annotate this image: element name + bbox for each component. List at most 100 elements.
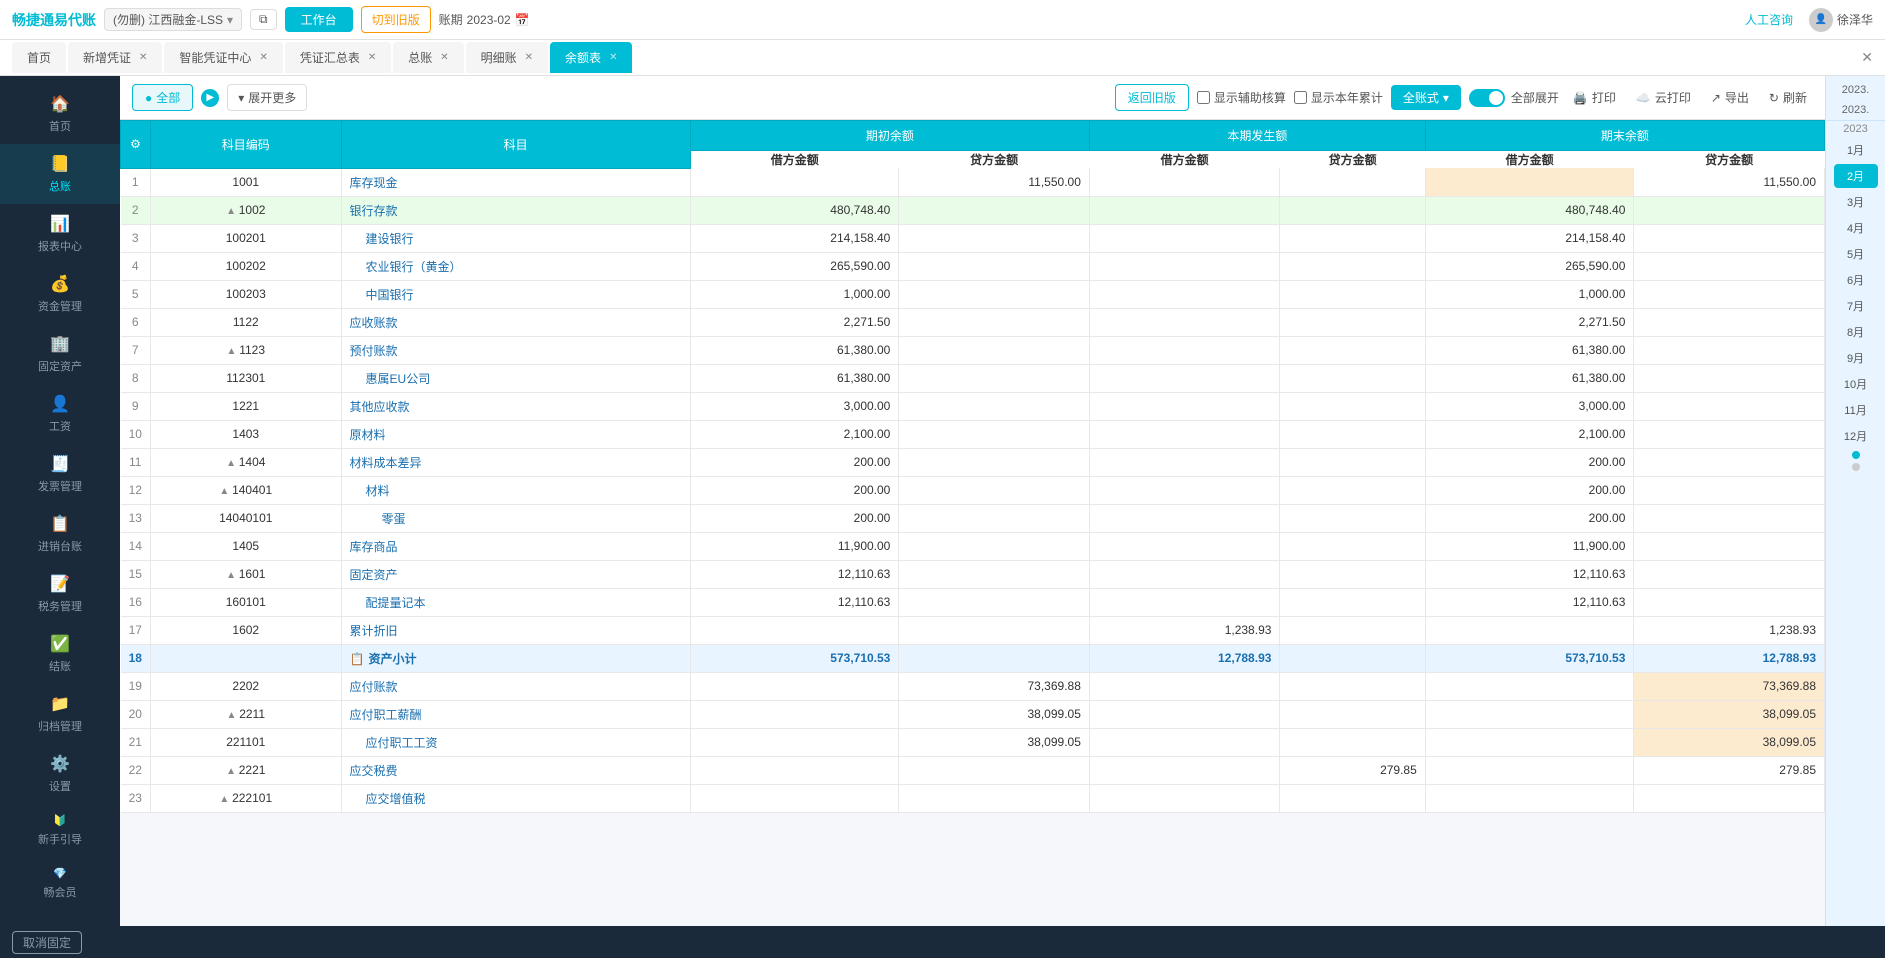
sidebar-item-invoice[interactable]: 🧾 发票管理 — [0, 444, 120, 504]
month-10[interactable]: 10月 — [1834, 372, 1878, 396]
workbench-button[interactable]: 工作台 — [285, 7, 353, 32]
sidebar-item-settle[interactable]: ✅ 结账 — [0, 624, 120, 684]
expand-all-toggle[interactable]: 全部展开 — [1469, 89, 1559, 107]
sidebar-item-member[interactable]: 💎 畅会员 — [30, 857, 90, 910]
row-name[interactable]: 中国银行 — [341, 280, 690, 308]
row-name[interactable]: 库存现金 — [341, 168, 690, 196]
row-name[interactable]: 零蛋 — [341, 504, 690, 532]
show-auxiliary-checkbox[interactable]: 显示辅助核算 — [1197, 89, 1286, 106]
unpin-button[interactable]: 取消固定 — [12, 931, 82, 954]
tab-detail-close[interactable]: ✕ — [525, 52, 533, 63]
row-name[interactable]: 预付账款 — [341, 336, 690, 364]
tab-balance-close[interactable]: ✕ — [609, 52, 617, 63]
row-name[interactable]: 原材料 — [341, 420, 690, 448]
tab-balance[interactable]: 余额表 ✕ — [550, 42, 632, 73]
row-name[interactable]: 库存商品 — [341, 532, 690, 560]
tab-voucher-summary[interactable]: 凭证汇总表 ✕ — [285, 42, 391, 73]
tab-ledger-close[interactable]: ✕ — [440, 52, 448, 63]
row-name[interactable]: 应收账款 — [341, 308, 690, 336]
month-3[interactable]: 3月 — [1834, 190, 1878, 214]
tab-add-voucher-close[interactable]: ✕ — [139, 52, 147, 63]
row-name[interactable]: 应付职工工资 — [341, 728, 690, 756]
tab-voucher-summary-close[interactable]: ✕ — [368, 52, 376, 63]
copy-button[interactable]: ⧉ — [250, 9, 277, 30]
sidebar-settings-label: 设置 — [49, 778, 71, 794]
month-7[interactable]: 7月 — [1834, 294, 1878, 318]
row-name[interactable]: 应交税费 — [341, 756, 690, 784]
refresh-button[interactable]: ↻ 刷新 — [1763, 85, 1813, 110]
tab-smart-voucher-close[interactable]: ✕ — [259, 52, 267, 63]
row-name[interactable]: 固定资产 — [341, 560, 690, 588]
row-number: 13 — [121, 504, 151, 532]
sidebar-item-capital[interactable]: 💰 资金管理 — [0, 264, 120, 324]
row-name[interactable]: 材料 — [341, 476, 690, 504]
auxiliary-checkbox-input[interactable] — [1197, 91, 1210, 104]
sidebar-footer: 🔰 新手引导 💎 畅会员 — [30, 804, 90, 926]
ytd-checkbox-input[interactable] — [1294, 91, 1307, 104]
curr-debit — [1089, 280, 1280, 308]
month-1[interactable]: 1月 — [1834, 138, 1878, 162]
start-debit: 12,110.63 — [690, 588, 899, 616]
month-2[interactable]: 2月 — [1834, 164, 1878, 188]
right-dot-active[interactable] — [1852, 451, 1860, 459]
row-name[interactable]: 建设银行 — [341, 224, 690, 252]
tab-detail[interactable]: 明细账 ✕ — [466, 42, 548, 73]
tab-add-voucher[interactable]: 新增凭证 ✕ — [68, 42, 162, 73]
row-name[interactable]: 惠属EU公司 — [341, 364, 690, 392]
row-name[interactable]: 配提量记本 — [341, 588, 690, 616]
month-12[interactable]: 12月 — [1834, 424, 1878, 448]
row-name[interactable]: 材料成本差异 — [341, 448, 690, 476]
header-settings-col[interactable]: ⚙ — [121, 121, 151, 169]
switch-version-button[interactable]: 切到旧版 — [361, 6, 431, 33]
month-5[interactable]: 5月 — [1834, 242, 1878, 266]
start-debit: 12,110.63 — [690, 560, 899, 588]
month-8[interactable]: 8月 — [1834, 320, 1878, 344]
filter-button[interactable]: ● 全部 — [132, 84, 193, 111]
consult-link[interactable]: 人工咨询 — [1745, 11, 1793, 28]
export-button[interactable]: ↗ 导出 — [1705, 85, 1755, 110]
tab-home[interactable]: 首页 — [12, 42, 66, 73]
month-11[interactable]: 11月 — [1834, 398, 1878, 422]
expand-button[interactable]: ▾ 展开更多 — [227, 84, 307, 111]
month-6[interactable]: 6月 — [1834, 268, 1878, 292]
sidebar-item-guide[interactable]: 🔰 新手引导 — [30, 804, 90, 857]
tab-smart-voucher[interactable]: 智能凭证中心 ✕ — [164, 42, 282, 73]
sidebar-item-sales[interactable]: 📋 进销台账 — [0, 504, 120, 564]
sidebar-item-settings[interactable]: ⚙️ 设置 — [0, 744, 120, 804]
sidebar-item-tax[interactable]: 📝 税务管理 — [0, 564, 120, 624]
row-name[interactable]: 应付职工薪酬 — [341, 700, 690, 728]
row-name[interactable]: 累计折旧 — [341, 616, 690, 644]
sidebar-item-salary[interactable]: 👤 工资 — [0, 384, 120, 444]
row-name[interactable]: 其他应收款 — [341, 392, 690, 420]
close-all-tabs-icon[interactable]: ✕ — [1861, 49, 1873, 66]
app-logo: 畅捷通易代账 — [12, 10, 96, 30]
sidebar-item-home[interactable]: 🏠 首页 — [0, 84, 120, 144]
tab-ledger[interactable]: 总账 ✕ — [393, 42, 463, 73]
filter-arrow-button[interactable]: ▶ — [201, 89, 219, 107]
cloud-print-button[interactable]: ☁️ 云打印 — [1630, 85, 1697, 110]
show-ytd-checkbox[interactable]: 显示本年累计 — [1294, 89, 1383, 106]
return-old-button[interactable]: 返回旧版 — [1115, 84, 1189, 111]
row-name[interactable]: 应付账款 — [341, 672, 690, 700]
row-name[interactable]: 银行存款 — [341, 196, 690, 224]
company-selector[interactable]: (勿删) 江西融金-LSS ▾ — [104, 8, 242, 31]
start-credit — [899, 196, 1090, 224]
sidebar-item-archive[interactable]: 📁 归档管理 — [0, 684, 120, 744]
print-button[interactable]: 🖨️ 打印 — [1567, 85, 1622, 110]
row-name[interactable]: 📋资产小计 — [341, 644, 690, 672]
sidebar-item-report[interactable]: 📊 报表中心 — [0, 204, 120, 264]
user-info: 👤 徐泽华 — [1809, 8, 1873, 32]
full-mode-button[interactable]: 全账式 ▾ — [1391, 85, 1461, 110]
end-debit: 12,110.63 — [1425, 588, 1634, 616]
sidebar-item-asset[interactable]: 🏢 固定资产 — [0, 324, 120, 384]
month-4[interactable]: 4月 — [1834, 216, 1878, 240]
start-debit: 200.00 — [690, 448, 899, 476]
tab-add-voucher-label: 新增凭证 — [83, 49, 131, 66]
toggle-control[interactable] — [1469, 89, 1505, 107]
row-name[interactable]: 农业银行（黄金） — [341, 252, 690, 280]
month-9[interactable]: 9月 — [1834, 346, 1878, 370]
right-dot-inactive[interactable] — [1852, 463, 1860, 471]
table-row: 15▲ 1601固定资产12,110.6312,110.63 — [121, 560, 1825, 588]
row-name[interactable]: 应交增值税 — [341, 784, 690, 812]
sidebar-item-ledger[interactable]: 📒 总账 — [0, 144, 120, 204]
